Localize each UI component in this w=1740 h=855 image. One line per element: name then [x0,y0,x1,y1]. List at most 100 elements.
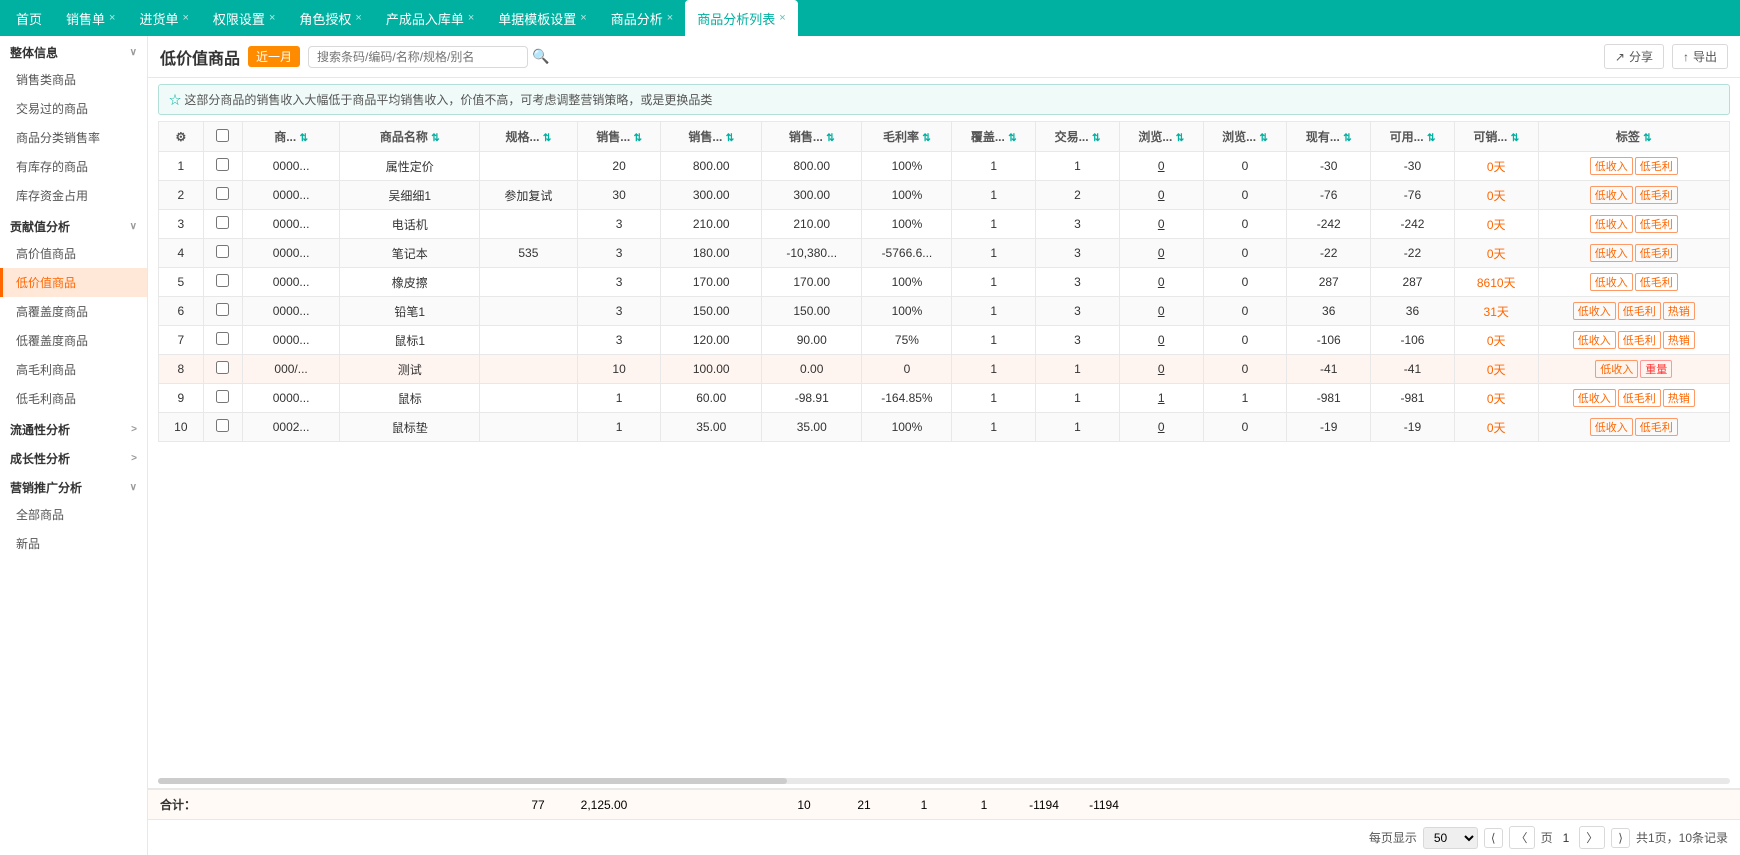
cell-usable: -242 [1371,210,1455,239]
cell-browse1[interactable]: 0 [1119,181,1203,210]
browse1-value[interactable]: 0 [1158,188,1165,202]
browse1-value[interactable]: 0 [1158,217,1165,231]
sidebar-section-4[interactable]: 营销推广分析∨ [0,471,147,500]
sidebar-toggle-1[interactable]: ∨ [130,221,137,232]
nav-item-权限设置[interactable]: 权限设置 × [201,0,287,36]
tag-热销: 热销 [1663,389,1695,407]
cell-check[interactable] [203,384,242,413]
prev-page-btn[interactable]: 〈 [1509,826,1535,849]
row-checkbox-1[interactable] [216,187,229,200]
nav-close-角色授权[interactable]: × [355,12,361,24]
nav-item-产成品入库单[interactable]: 产成品入库单 × [374,0,486,36]
cell-num: 10 [159,413,204,442]
sidebar-item-4-1[interactable]: 新品 [0,529,147,558]
sidebar-item-0-0[interactable]: 销售类商品 [0,65,147,94]
browse1-value[interactable]: 0 [1158,275,1165,289]
row-checkbox-6[interactable] [216,332,229,345]
nav-close-商品分析[interactable]: × [667,12,673,24]
sidebar-item-1-3[interactable]: 低覆盖度商品 [0,326,147,355]
col-header-gear[interactable]: ⚙ [159,122,204,152]
cell-browse1[interactable]: 0 [1119,355,1203,384]
sidebar-item-1-0[interactable]: 高价值商品 [0,239,147,268]
next-page-btn[interactable]: 〉 [1579,826,1605,849]
nav-close-单据模板设置[interactable]: × [580,12,586,24]
nav-close-权限设置[interactable]: × [269,12,275,24]
row-checkbox-4[interactable] [216,274,229,287]
browse1-value[interactable]: 1 [1158,391,1165,405]
sidebar-item-0-3[interactable]: 有库存的商品 [0,152,147,181]
nav-item-商品分析[interactable]: 商品分析 × [599,0,685,36]
row-checkbox-0[interactable] [216,158,229,171]
sidebar-section-3[interactable]: 成长性分析> [0,442,147,471]
sidebar-item-0-2[interactable]: 商品分类销售率 [0,123,147,152]
horizontal-scrollbar[interactable] [158,778,1730,784]
sidebar-section-2[interactable]: 流通性分析> [0,413,147,442]
cell-browse1[interactable]: 0 [1119,239,1203,268]
nav-item-单据模板设置[interactable]: 单据模板设置 × [486,0,598,36]
col-header-check[interactable] [203,122,242,152]
nav-close-销售单[interactable]: × [109,12,115,24]
sidebar-item-1-4[interactable]: 高毛利商品 [0,355,147,384]
select-all-checkbox[interactable] [216,129,229,142]
row-checkbox-9[interactable] [216,419,229,432]
cell-check[interactable] [203,152,242,181]
row-checkbox-7[interactable] [216,361,229,374]
sidebar-toggle-0[interactable]: ∨ [130,47,137,58]
sidebar-item-4-0[interactable]: 全部商品 [0,500,147,529]
browse1-value[interactable]: 0 [1158,246,1165,260]
nav-item-首页[interactable]: 首页 [4,0,54,36]
cell-browse1[interactable]: 0 [1119,152,1203,181]
sidebar-item-1-5[interactable]: 低毛利商品 [0,384,147,413]
browse1-value[interactable]: 0 [1158,420,1165,434]
browse1-value[interactable]: 0 [1158,304,1165,318]
nav-item-销售单[interactable]: 销售单 × [54,0,127,36]
cell-check[interactable] [203,210,242,239]
row-checkbox-2[interactable] [216,216,229,229]
gear-icon[interactable]: ⚙ [175,130,186,144]
cell-browse1[interactable]: 1 [1119,384,1203,413]
sidebar-item-1-2[interactable]: 高覆盖度商品 [0,297,147,326]
row-checkbox-3[interactable] [216,245,229,258]
sidebar-item-1-1[interactable]: 低价值商品 [0,268,147,297]
per-page-select[interactable]: 50 100 200 [1423,827,1478,849]
cell-check[interactable] [203,181,242,210]
table-container[interactable]: ⚙ 商... ⇅ 商品名称 ⇅ 规格... ⇅ 销售... ⇅ 销售... ⇅ … [158,121,1730,778]
cell-check[interactable] [203,268,242,297]
last-page-btn[interactable]: ⟩ [1611,828,1630,848]
sidebar-item-0-4[interactable]: 库存资金占用 [0,181,147,210]
nav-item-商品分析列表[interactable]: 商品分析列表 × [685,0,797,36]
sidebar-section-1[interactable]: 贡献值分析∨ [0,210,147,239]
cell-check[interactable] [203,326,242,355]
row-checkbox-8[interactable] [216,390,229,403]
cell-check[interactable] [203,297,242,326]
sidebar-section-0[interactable]: 整体信息∨ [0,36,147,65]
browse1-value[interactable]: 0 [1158,159,1165,173]
cell-browse1[interactable]: 0 [1119,210,1203,239]
nav-item-角色授权[interactable]: 角色授权 × [287,0,373,36]
filter-button[interactable]: 近一月 [248,46,300,67]
sidebar-toggle-2[interactable]: > [131,424,137,435]
share-button[interactable]: ↗ 分享 [1604,44,1664,69]
row-checkbox-5[interactable] [216,303,229,316]
cell-browse1[interactable]: 0 [1119,268,1203,297]
sidebar-toggle-4[interactable]: ∨ [130,482,137,493]
cell-check[interactable] [203,413,242,442]
cell-browse1[interactable]: 0 [1119,297,1203,326]
sidebar-toggle-3[interactable]: > [131,453,137,464]
nav-close-进货单[interactable]: × [182,12,188,24]
scrollbar-thumb[interactable] [158,778,787,784]
first-page-btn[interactable]: ⟨ [1484,828,1503,848]
nav-close-产成品入库单[interactable]: × [468,12,474,24]
cell-check[interactable] [203,355,242,384]
sidebar-item-0-1[interactable]: 交易过的商品 [0,94,147,123]
nav-close-商品分析列表[interactable]: × [779,12,785,24]
nav-item-进货单[interactable]: 进货单 × [127,0,200,36]
cell-check[interactable] [203,239,242,268]
cell-browse1[interactable]: 0 [1119,413,1203,442]
export-button[interactable]: ↑ 导出 [1672,44,1728,69]
search-icon[interactable]: 🔍 [532,48,549,65]
browse1-value[interactable]: 0 [1158,362,1165,376]
cell-browse1[interactable]: 0 [1119,326,1203,355]
search-input[interactable] [308,46,528,68]
browse1-value[interactable]: 0 [1158,333,1165,347]
